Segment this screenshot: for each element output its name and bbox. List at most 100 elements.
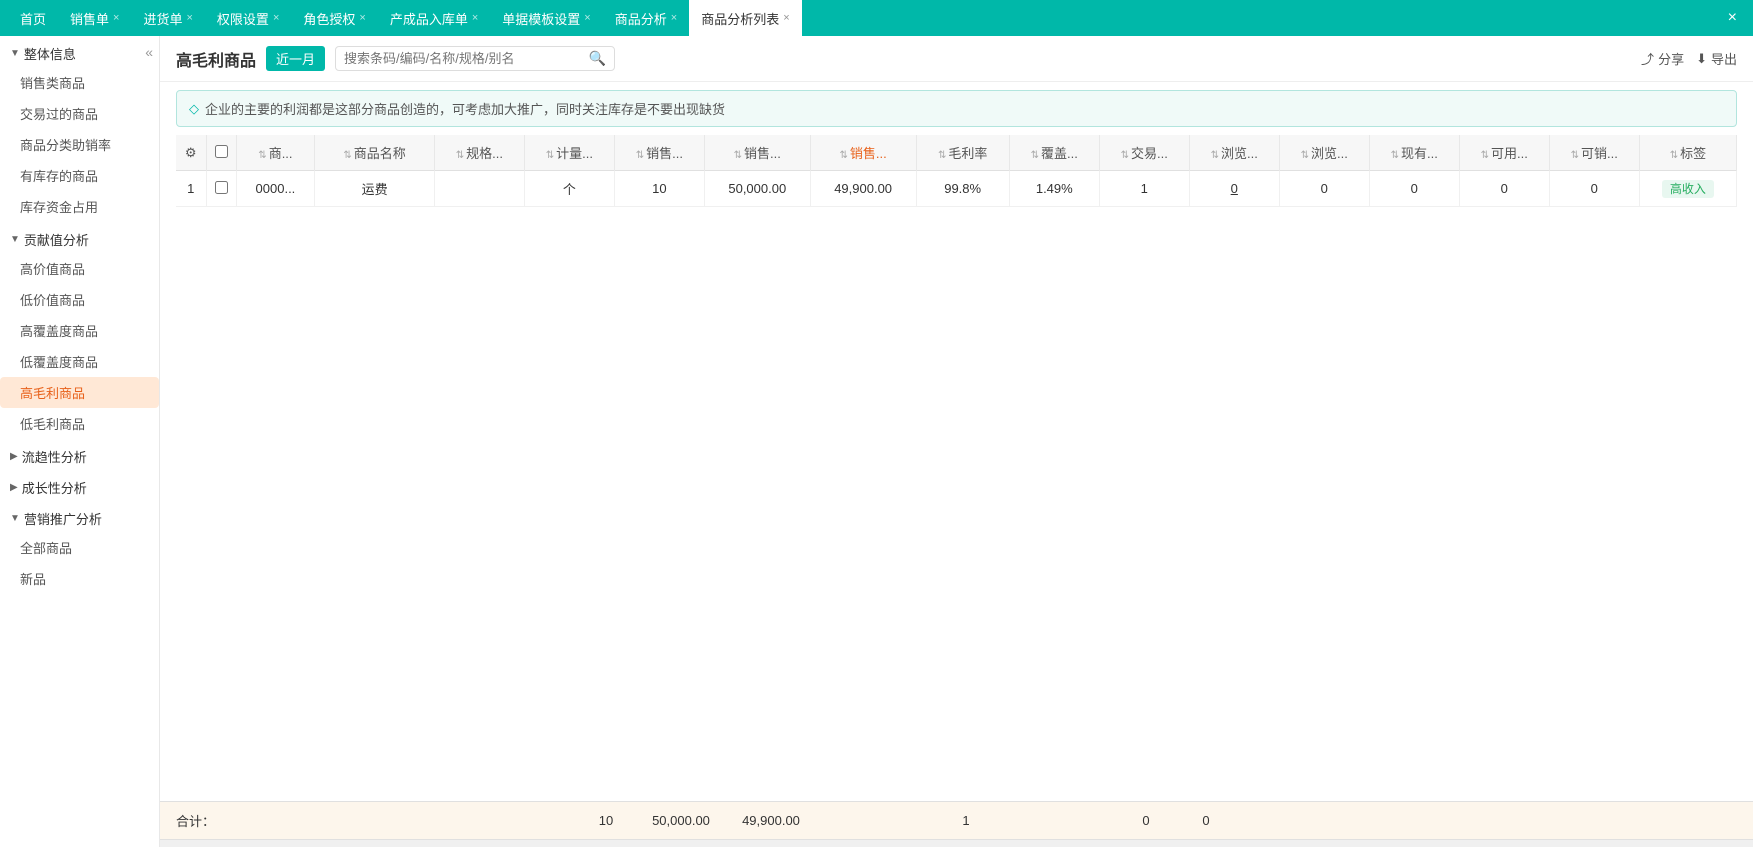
top-nav-bar: 首页 销售单 × 进货单 × 权限设置 × 角色授权 × 产成品入库单 × 单据… xyxy=(0,0,1753,36)
sidebar-item-high-coverage[interactable]: 高覆盖度商品 xyxy=(0,315,159,346)
sidebar-item-traded-goods[interactable]: 交易过的商品 xyxy=(0,98,159,129)
col-sales-amount[interactable]: ⇅销售... xyxy=(704,135,810,171)
col-code[interactable]: ⇅商... xyxy=(236,135,315,171)
nav-tab-analysis-close[interactable]: × xyxy=(671,12,677,24)
sidebar-group-marketing[interactable]: ▼ 营销推广分析 xyxy=(0,501,159,532)
col-spec[interactable]: ⇅规格... xyxy=(434,135,524,171)
col-transaction[interactable]: ⇅交易... xyxy=(1099,135,1189,171)
select-all-checkbox[interactable] xyxy=(215,145,228,158)
col-coverage[interactable]: ⇅覆盖... xyxy=(1009,135,1099,171)
cell-code: 0000... xyxy=(236,171,315,207)
footer-cells: 10 50,000.00 49,900.00 1 0 0 xyxy=(256,813,1737,828)
cell-coverage: 1.49% xyxy=(1009,171,1099,207)
info-icon: ◇ xyxy=(189,101,199,117)
footer-sales-amount: 50,000.00 xyxy=(636,813,726,828)
sidebar-group-overall-arrow: ▼ xyxy=(10,48,20,59)
sidebar-item-stock-capital[interactable]: 库存资金占用 xyxy=(0,191,159,222)
cell-sales-amount: 50,000.00 xyxy=(704,171,810,207)
nav-tab-analysis-list-close[interactable]: × xyxy=(783,12,789,24)
col-available[interactable]: ⇅可用... xyxy=(1459,135,1549,171)
col-saleable[interactable]: ⇅可销... xyxy=(1549,135,1639,171)
nav-tab-purchase-close[interactable]: × xyxy=(186,12,192,24)
main-layout: « ▼ 整体信息 销售类商品 交易过的商品 商品分类助销率 有库存的商品 库存资… xyxy=(0,36,1753,847)
info-banner-text: 企业的主要的利润都是这部分商品创造的，可考虑加大推广，同时关注库存是不要出现缺货 xyxy=(205,99,725,118)
col-sales-cost[interactable]: ⇅销售... xyxy=(810,135,916,171)
sidebar-group-growth-arrow: ▶ xyxy=(10,482,18,493)
col-tag[interactable]: ⇅标签 xyxy=(1639,135,1736,171)
nav-tab-template[interactable]: 单据模板设置 × xyxy=(490,0,602,36)
share-icon: ⤴ xyxy=(1641,49,1654,68)
sidebar-item-low-margin[interactable]: 低毛利商品 xyxy=(0,408,159,439)
nav-tab-template-close[interactable]: × xyxy=(584,12,590,24)
row-checkbox[interactable] xyxy=(215,181,228,194)
share-button[interactable]: ⤴ 分享 xyxy=(1641,49,1684,68)
col-browse1[interactable]: ⇅浏览... xyxy=(1189,135,1279,171)
search-icon[interactable]: 🔍 xyxy=(589,50,606,67)
nav-tab-role-close[interactable]: × xyxy=(359,12,365,24)
sidebar-group-marketing-label: 营销推广分析 xyxy=(24,509,102,528)
sidebar-group-trend[interactable]: ▶ 流趋性分析 xyxy=(0,439,159,470)
header-actions: ⤴ 分享 ⬇ 导出 xyxy=(1641,49,1737,68)
sidebar-item-sales-goods-label: 销售类商品 xyxy=(20,76,85,91)
nav-tab-analysis-label: 商品分析 xyxy=(615,9,667,28)
cell-browse1[interactable]: 0 xyxy=(1189,171,1279,207)
sidebar-group-contribution-arrow: ▼ xyxy=(10,234,20,245)
sidebar-item-high-margin-label: 高毛利商品 xyxy=(20,386,85,401)
window-close-button[interactable]: × xyxy=(1720,9,1745,27)
nav-tab-sales-close[interactable]: × xyxy=(113,12,119,24)
export-label: 导出 xyxy=(1711,49,1737,68)
footer-transaction: 1 xyxy=(936,813,996,828)
sidebar-item-high-value[interactable]: 高价值商品 xyxy=(0,253,159,284)
export-button[interactable]: ⬇ 导出 xyxy=(1696,49,1737,68)
col-current-stock[interactable]: ⇅现有... xyxy=(1369,135,1459,171)
nav-tab-permission-close[interactable]: × xyxy=(273,12,279,24)
col-gross-margin[interactable]: ⇅毛利率 xyxy=(916,135,1009,171)
sidebar-item-category-rate[interactable]: 商品分类助销率 xyxy=(0,129,159,160)
sidebar-item-low-coverage[interactable]: 低覆盖度商品 xyxy=(0,346,159,377)
nav-tab-analysis[interactable]: 商品分析 × xyxy=(603,0,689,36)
nav-tab-purchase[interactable]: 进货单 × xyxy=(131,0,204,36)
nav-tab-permission[interactable]: 权限设置 × xyxy=(205,0,291,36)
sidebar-group-growth-label: 成长性分析 xyxy=(22,478,87,497)
col-browse2[interactable]: ⇅浏览... xyxy=(1279,135,1369,171)
table-row: 1 0000... 运费 个 10 50,000.00 49,900.00 99… xyxy=(176,171,1737,207)
sidebar-item-sales-goods[interactable]: 销售类商品 xyxy=(0,67,159,98)
cell-sales-qty: 10 xyxy=(614,171,704,207)
sidebar-group-overall-label: 整体信息 xyxy=(24,44,76,63)
nav-tab-sales[interactable]: 销售单 × xyxy=(58,0,131,36)
sidebar-item-low-value[interactable]: 低价值商品 xyxy=(0,284,159,315)
col-sales-qty[interactable]: ⇅销售... xyxy=(614,135,704,171)
col-name[interactable]: ⇅商品名称 xyxy=(315,135,435,171)
nav-tab-analysis-list[interactable]: 商品分析列表 × xyxy=(689,0,801,36)
nav-tab-purchase-label: 进货单 xyxy=(143,9,182,28)
sidebar-item-traded-goods-label: 交易过的商品 xyxy=(20,107,98,122)
sidebar-item-high-coverage-label: 高覆盖度商品 xyxy=(20,324,98,339)
content-area: 高毛利商品 近一月 🔍 ⤴ 分享 ⬇ 导出 ◇ 企业的主要的利润都是这部分商品创… xyxy=(160,36,1753,847)
table-container[interactable]: ⚙ ⇅商... ⇅商品名称 ⇅规格... ⇅计量... ⇅销售... ⇅销售..… xyxy=(160,135,1753,801)
sidebar-item-all-goods[interactable]: 全部商品 xyxy=(0,532,159,563)
nav-tab-product-in[interactable]: 产成品入库单 × xyxy=(378,0,490,36)
sidebar-item-high-margin[interactable]: 高毛利商品 xyxy=(0,377,159,408)
sidebar: « ▼ 整体信息 销售类商品 交易过的商品 商品分类助销率 有库存的商品 库存资… xyxy=(0,36,160,847)
info-banner: ◇ 企业的主要的利润都是这部分商品创造的，可考虑加大推广，同时关注库存是不要出现… xyxy=(176,90,1737,127)
footer-available: 0 xyxy=(1176,813,1236,828)
sidebar-group-contribution-label: 贡献值分析 xyxy=(24,230,89,249)
col-unit[interactable]: ⇅计量... xyxy=(524,135,614,171)
nav-tab-sales-label: 销售单 xyxy=(70,9,109,28)
col-settings[interactable]: ⚙ xyxy=(176,135,206,171)
nav-tab-role[interactable]: 角色授权 × xyxy=(291,0,377,36)
sidebar-group-growth[interactable]: ▶ 成长性分析 xyxy=(0,470,159,501)
time-filter-button[interactable]: 近一月 xyxy=(266,46,325,71)
sidebar-item-in-stock-goods[interactable]: 有库存的商品 xyxy=(0,160,159,191)
sidebar-group-overall[interactable]: ▼ 整体信息 xyxy=(0,36,159,67)
sidebar-item-new-goods[interactable]: 新品 xyxy=(0,563,159,594)
nav-tab-home[interactable]: 首页 xyxy=(8,0,58,36)
sidebar-group-contribution[interactable]: ▼ 贡献值分析 xyxy=(0,222,159,253)
sidebar-item-high-value-label: 高价值商品 xyxy=(20,262,85,277)
search-input[interactable] xyxy=(344,51,583,66)
nav-tab-product-in-close[interactable]: × xyxy=(472,12,478,24)
sidebar-collapse-button[interactable]: « xyxy=(145,44,153,60)
sidebar-item-low-coverage-label: 低覆盖度商品 xyxy=(20,355,98,370)
bottom-scrollbar[interactable] xyxy=(160,839,1753,847)
cell-spec xyxy=(434,171,524,207)
